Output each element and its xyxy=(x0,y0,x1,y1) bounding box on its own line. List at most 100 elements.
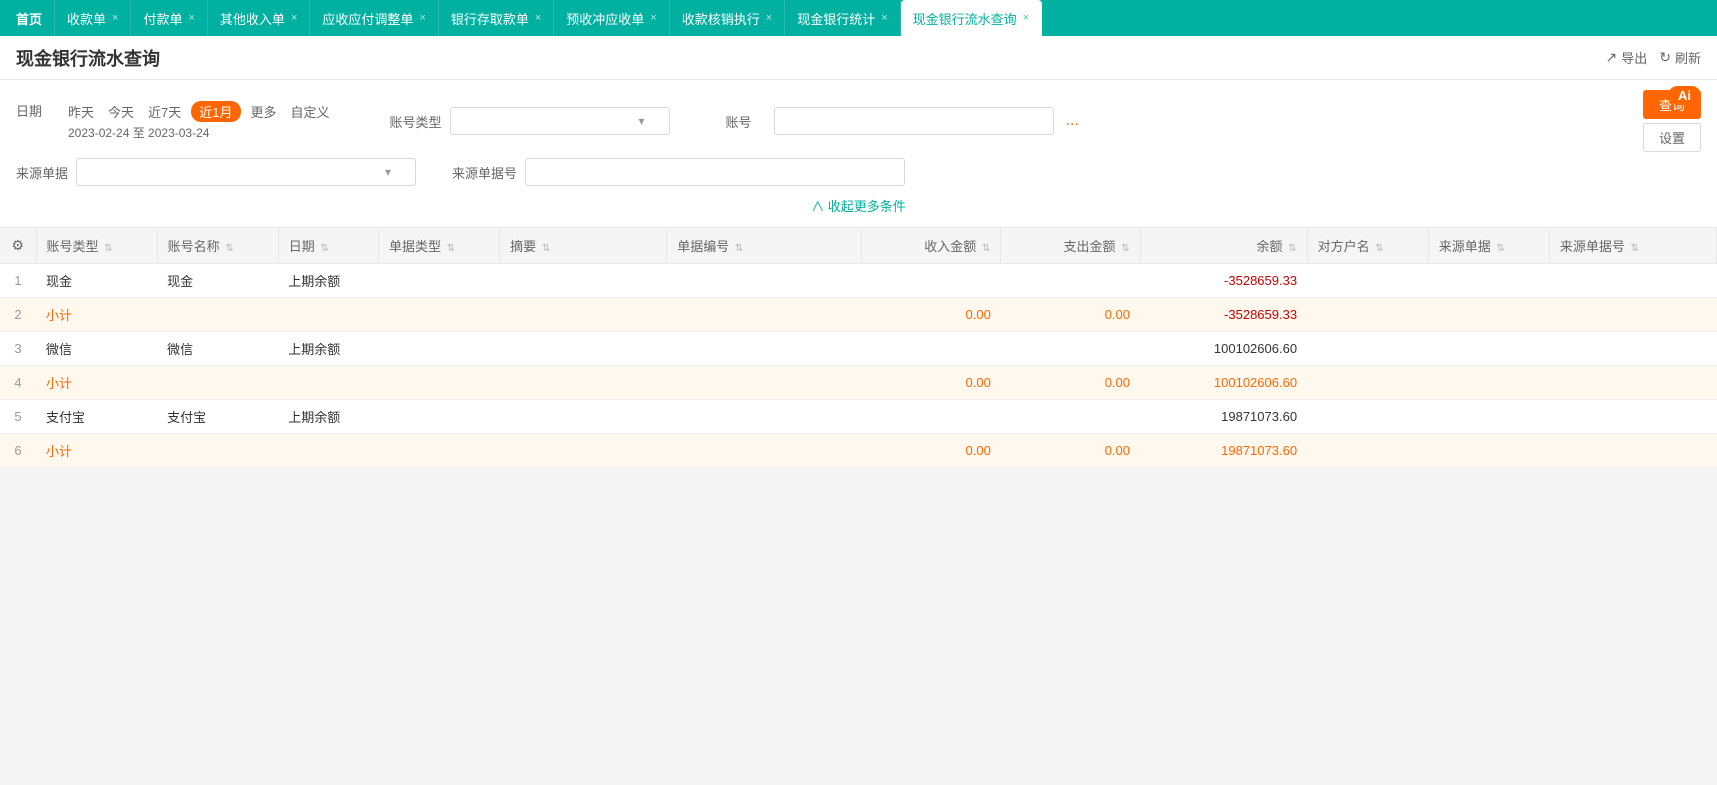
nav-item-ar-ap-adjust[interactable]: 应收应付调整单 × xyxy=(310,0,438,36)
source-doc-no-input[interactable] xyxy=(525,158,905,186)
th-summary[interactable]: 摘要 ⇅ xyxy=(500,228,667,264)
table-row: 1现金现金上期余额-3528659.33 xyxy=(0,264,1717,298)
table-cell xyxy=(1549,400,1716,434)
filter-row-1: 日期 昨天 今天 近7天 近1月 更多 自定义 2023-02-24 至 202… xyxy=(16,90,1701,152)
table-cell: 0.00 xyxy=(862,434,1001,468)
account-group: 账号 ... xyxy=(726,107,1083,135)
table-cell: 上期余额 xyxy=(278,332,378,366)
table-cell: 6 xyxy=(0,434,36,468)
table-cell: 19871073.60 xyxy=(1140,434,1307,468)
table-cell xyxy=(1428,366,1549,400)
table-cell xyxy=(278,434,378,468)
close-icon[interactable]: × xyxy=(291,12,297,24)
table-cell xyxy=(1307,434,1428,468)
th-doc-no[interactable]: 单据编号 ⇅ xyxy=(667,228,862,264)
table-cell xyxy=(862,400,1001,434)
close-icon[interactable]: × xyxy=(112,12,118,24)
table-cell: 2 xyxy=(0,298,36,332)
table-cell xyxy=(667,264,862,298)
sort-icon: ⇅ xyxy=(447,243,455,254)
prepay-offset-label: 预收冲应收单 xyxy=(566,9,644,28)
table-cell xyxy=(1307,366,1428,400)
date-btn-yesterday[interactable]: 昨天 xyxy=(64,101,98,122)
nav-item-payment[interactable]: 付款单 × xyxy=(131,0,207,36)
table-cell xyxy=(1549,298,1716,332)
th-account-type[interactable]: 账号类型 ⇅ xyxy=(36,228,157,264)
nav-item-bank-deposit[interactable]: 银行存取款单 × xyxy=(439,0,554,36)
th-account-name[interactable]: 账号名称 ⇅ xyxy=(157,228,278,264)
table-cell xyxy=(379,366,500,400)
ai-button[interactable]: Ai xyxy=(1668,86,1701,105)
refresh-button[interactable]: ↻ 刷新 xyxy=(1659,48,1701,67)
export-icon: ↗ xyxy=(1606,49,1618,66)
th-source-doc-no[interactable]: 来源单据号 ⇅ xyxy=(1549,228,1716,264)
account-label: 账号 xyxy=(726,112,766,131)
date-label: 日期 xyxy=(16,101,56,120)
table-cell: 支付宝 xyxy=(157,400,278,434)
account-type-select[interactable]: ▾ xyxy=(450,107,670,135)
sort-icon: ⇅ xyxy=(1496,243,1504,254)
th-counterpart[interactable]: 对方户名 ⇅ xyxy=(1307,228,1428,264)
nav-item-receipt-verify[interactable]: 收款核销执行 × xyxy=(670,0,785,36)
th-balance[interactable]: 余额 ⇅ xyxy=(1140,228,1307,264)
th-expense[interactable]: 支出金额 ⇅ xyxy=(1001,228,1140,264)
table-cell: 现金 xyxy=(157,264,278,298)
table-cell xyxy=(1428,264,1549,298)
close-icon[interactable]: × xyxy=(650,12,656,24)
data-table: ⚙ 账号类型 ⇅ 账号名称 ⇅ 日期 ⇅ 单据类型 ⇅ xyxy=(0,228,1717,468)
date-btn-last7[interactable]: 近7天 xyxy=(144,101,185,122)
table-cell: 0.00 xyxy=(1001,366,1140,400)
table-cell: 支付宝 xyxy=(36,400,157,434)
date-btn-today[interactable]: 今天 xyxy=(104,101,138,122)
source-doc-select[interactable]: ▾ xyxy=(76,158,416,186)
th-income[interactable]: 收入金额 ⇅ xyxy=(862,228,1001,264)
export-button[interactable]: ↗ 导出 xyxy=(1606,48,1648,67)
gear-icon[interactable]: ⚙ xyxy=(11,237,24,253)
th-source-doc[interactable]: 来源单据 ⇅ xyxy=(1428,228,1549,264)
nav-item-other-income[interactable]: 其他收入单 × xyxy=(208,0,310,36)
date-btn-custom[interactable]: 自定义 xyxy=(287,101,334,122)
settings-button[interactable]: 设置 xyxy=(1643,123,1701,152)
table-cell xyxy=(862,264,1001,298)
date-btn-last1m[interactable]: 近1月 xyxy=(191,101,240,122)
table-cell xyxy=(1001,400,1140,434)
table-cell: 1 xyxy=(0,264,36,298)
table-cell: 现金 xyxy=(36,264,157,298)
sort-icon: ⇅ xyxy=(735,243,743,254)
account-input[interactable] xyxy=(774,107,1054,135)
table-cell: 100102606.60 xyxy=(1140,332,1307,366)
th-gear[interactable]: ⚙ xyxy=(0,228,36,264)
table-cell xyxy=(1307,264,1428,298)
table-cell: 0.00 xyxy=(1001,434,1140,468)
th-doc-type[interactable]: 单据类型 ⇅ xyxy=(379,228,500,264)
table-container: ⚙ 账号类型 ⇅ 账号名称 ⇅ 日期 ⇅ 单据类型 ⇅ xyxy=(0,228,1717,468)
refresh-label: 刷新 xyxy=(1675,48,1701,67)
chevron-down-icon: ▾ xyxy=(639,114,645,128)
table-cell: -3528659.33 xyxy=(1140,264,1307,298)
payment-label: 付款单 xyxy=(143,9,182,28)
ar-ap-adjust-label: 应收应付调整单 xyxy=(322,9,413,28)
receipt-label: 收款单 xyxy=(67,9,106,28)
table-cell xyxy=(1428,400,1549,434)
nav-item-cash-bank-stat[interactable]: 现金银行统计 × xyxy=(785,0,900,36)
table-cell: 小计 xyxy=(36,434,157,468)
nav-item-prepay-offset[interactable]: 预收冲应收单 × xyxy=(554,0,669,36)
nav-item-receipt[interactable]: 收款单 × xyxy=(55,0,131,36)
chevron-down-icon-2: ▾ xyxy=(385,165,391,179)
close-icon[interactable]: × xyxy=(188,12,194,24)
table-cell xyxy=(500,298,667,332)
date-btn-more[interactable]: 更多 xyxy=(247,101,281,122)
table-cell: 5 xyxy=(0,400,36,434)
close-icon[interactable]: × xyxy=(419,12,425,24)
th-date[interactable]: 日期 ⇅ xyxy=(278,228,378,264)
close-icon[interactable]: × xyxy=(535,12,541,24)
close-icon[interactable]: × xyxy=(766,12,772,24)
close-icon[interactable]: × xyxy=(1023,12,1029,24)
table-cell xyxy=(157,434,278,468)
account-ellipsis-icon[interactable]: ... xyxy=(1062,112,1083,130)
close-icon[interactable]: × xyxy=(881,12,887,24)
nav-item-cash-bank-flow[interactable]: 现金银行流水查询 × xyxy=(901,0,1042,36)
collapse-bar[interactable]: ∧ 收起更多条件 xyxy=(16,192,1701,219)
table-cell xyxy=(667,366,862,400)
nav-item-home[interactable]: 首页 xyxy=(4,0,55,36)
